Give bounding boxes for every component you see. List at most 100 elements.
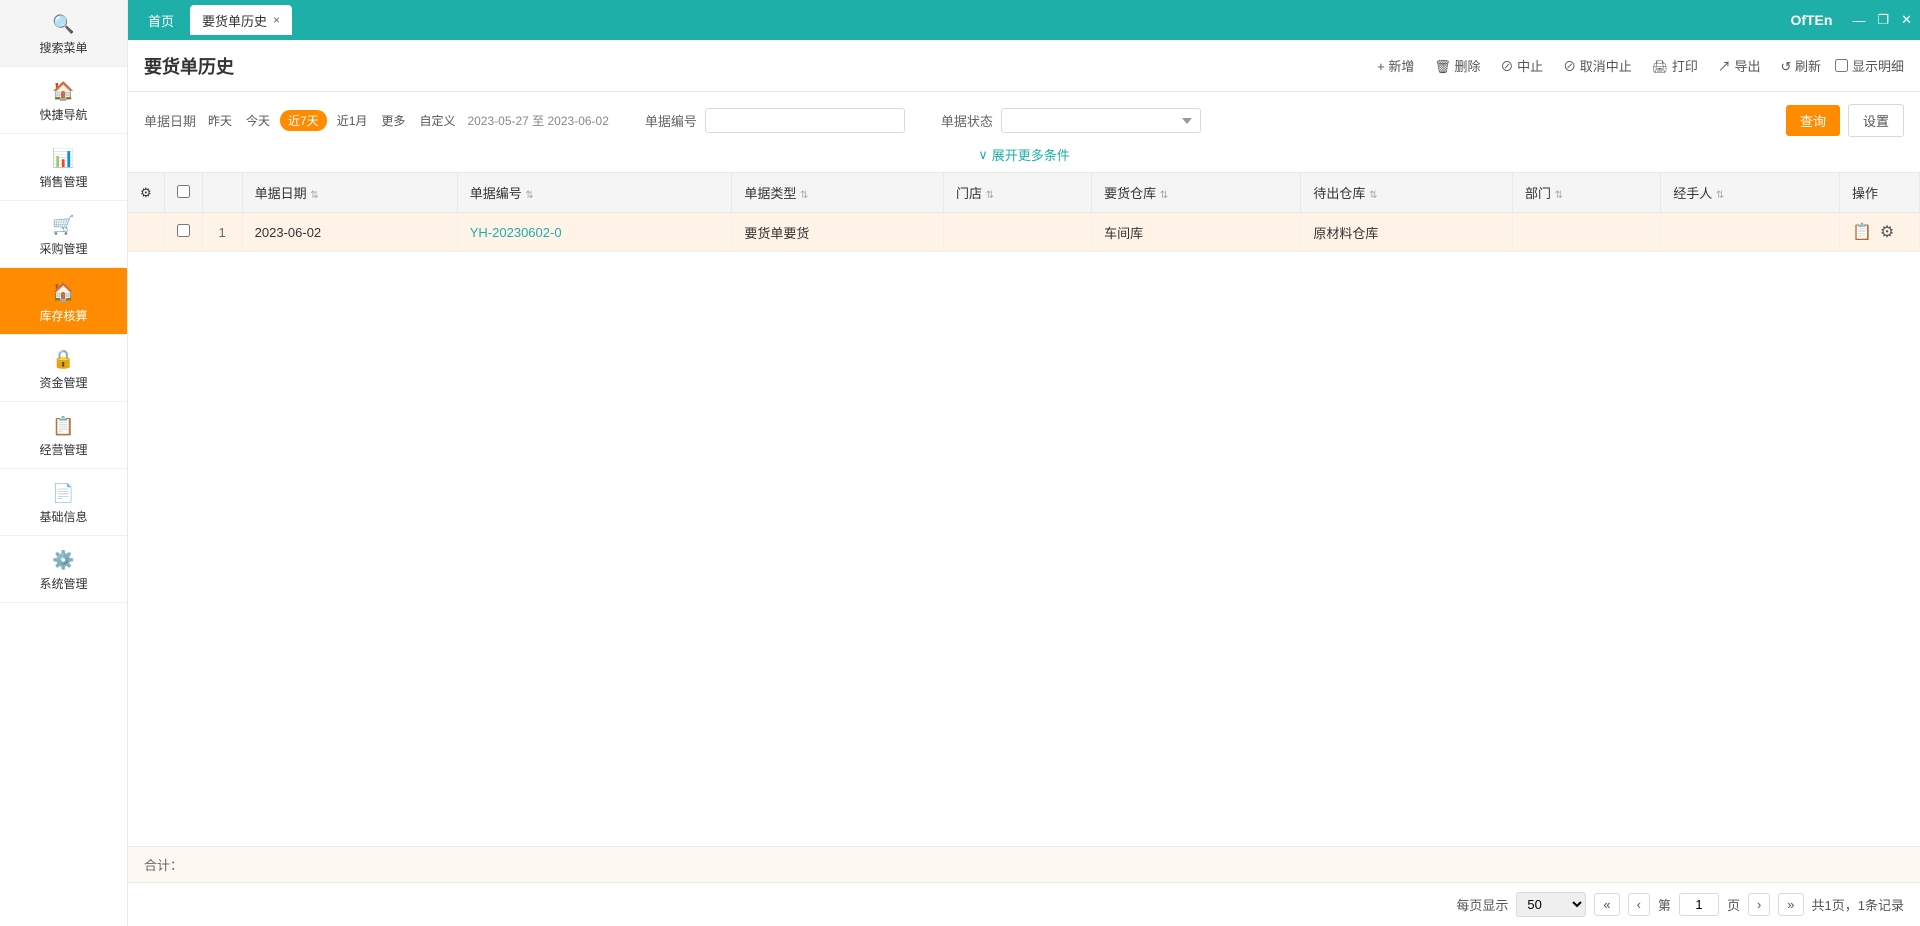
search-menu-icon: 🔍 — [52, 14, 74, 35]
col-store[interactable]: 门店 ⇅ — [943, 173, 1091, 213]
shortcut-more[interactable]: 更多 — [377, 110, 409, 131]
tab-active-label: 要货单历史 — [202, 11, 267, 30]
doc-number-label: 单据编号 — [645, 111, 697, 130]
new-button[interactable]: + 新增 — [1371, 52, 1420, 79]
display-detail-toggle[interactable]: 显示明细 — [1835, 56, 1904, 75]
cell-pending-warehouse: 原材料仓库 — [1301, 213, 1513, 252]
sidebar-item-inventory[interactable]: 🏠 库存核算 — [0, 268, 127, 335]
select-all-checkbox[interactable] — [177, 185, 190, 198]
first-page-button[interactable]: « — [1594, 893, 1619, 916]
export-button[interactable]: ↗ 导出 — [1712, 52, 1767, 79]
expand-filter-button[interactable]: ∨ 展开更多条件 — [978, 145, 1070, 164]
col-doc-date[interactable]: 单据日期 ⇅ — [242, 173, 457, 213]
col-doc-number[interactable]: 单据编号 ⇅ — [457, 173, 732, 213]
sidebar-item-label: 采购管理 — [39, 240, 87, 257]
col-pending-warehouse[interactable]: 待出仓库 ⇅ — [1301, 173, 1513, 213]
per-page-label: 每页显示 — [1456, 895, 1508, 914]
shortcut-7days[interactable]: 近7天 — [280, 110, 327, 131]
sidebar-item-purchase-mgmt[interactable]: 🛒 采购管理 — [0, 201, 127, 268]
col-handler[interactable]: 经手人 ⇅ — [1661, 173, 1840, 213]
page-header: 要货单历史 + 新增 🗑 删除 ⊘ 中止 ⊘ 取消中止 🖨 打印 ↗ 导出 ↺ … — [128, 40, 1920, 92]
cell-handler — [1661, 213, 1840, 252]
cancel-stop-button[interactable]: ⊘ 取消中止 — [1557, 52, 1638, 79]
sidebar-item-label: 库存核算 — [39, 307, 87, 324]
cell-doc-number: YH-20230602-0 — [457, 213, 732, 252]
last-page-button[interactable]: » — [1778, 893, 1803, 916]
edit-icon[interactable]: 📋 — [1852, 222, 1872, 242]
query-button[interactable]: 查询 — [1786, 105, 1840, 136]
page-input[interactable] — [1679, 893, 1719, 916]
sort-icon: ⇅ — [986, 190, 994, 201]
sidebar-item-label: 经营管理 — [39, 441, 87, 458]
filter-row-1: 单据日期 昨天 今天 近7天 近1月 更多 自定义 2023-05-27 至 2… — [144, 104, 1904, 137]
table-row: 1 2023-06-02 YH-20230602-0 要货单要货 车间库 原材料… — [128, 213, 1920, 252]
per-page-select[interactable]: 50 10 20 100 — [1516, 892, 1586, 917]
sidebar-item-quick-nav[interactable]: 🏠 快捷导航 — [0, 67, 127, 134]
shortcut-custom[interactable]: 自定义 — [415, 110, 459, 131]
tab-close-button[interactable]: × — [273, 13, 280, 27]
table-footer: 合计： — [128, 846, 1920, 882]
refresh-button[interactable]: ↺ 刷新 — [1774, 52, 1827, 79]
system-icon: ⚙️ — [52, 550, 74, 571]
inventory-icon: 🏠 — [52, 282, 74, 303]
total-info: 共1页，1条记录 — [1812, 895, 1904, 914]
cell-checkbox — [164, 213, 202, 252]
col-operations: 操作 — [1840, 173, 1920, 213]
cell-num: 1 — [202, 213, 242, 252]
minimize-button[interactable]: — — [1852, 13, 1865, 28]
col-settings[interactable]: ⚙ — [128, 173, 164, 213]
cell-operations: 📋 ⚙ — [1840, 213, 1920, 252]
col-req-warehouse[interactable]: 要货仓库 ⇅ — [1092, 173, 1301, 213]
row-checkbox[interactable] — [177, 224, 190, 237]
shortcut-yesterday[interactable]: 昨天 — [204, 110, 236, 131]
cell-doc-date: 2023-06-02 — [242, 213, 457, 252]
shortcut-today[interactable]: 今天 — [242, 110, 274, 131]
display-detail-checkbox[interactable] — [1835, 59, 1848, 72]
table-header-row: ⚙ 单据日期 ⇅ 单据编号 ⇅ 单据类型 ⇅ — [128, 173, 1920, 213]
restore-button[interactable]: ❐ — [1877, 12, 1889, 28]
main-area: 首页 要货单历史 × OfTEn — ❐ ✕ 要货单历史 + 新增 🗑 删除 ⊘… — [128, 0, 1920, 926]
sidebar-item-finance-mgmt[interactable]: 🔒 资金管理 — [0, 335, 127, 402]
cell-doc-type: 要货单要货 — [732, 213, 944, 252]
tab-home[interactable]: 首页 — [136, 5, 186, 35]
sidebar-item-sales-mgmt[interactable]: 📊 销售管理 — [0, 134, 127, 201]
data-table: ⚙ 单据日期 ⇅ 单据编号 ⇅ 单据类型 ⇅ — [128, 173, 1920, 252]
shortcut-1month[interactable]: 近1月 — [333, 110, 372, 131]
sort-icon: ⇅ — [1716, 190, 1724, 201]
filter-area: 单据日期 昨天 今天 近7天 近1月 更多 自定义 2023-05-27 至 2… — [128, 92, 1920, 173]
doc-number-link[interactable]: YH-20230602-0 — [470, 225, 562, 240]
sidebar: 🔍 搜索菜单 🏠 快捷导航 📊 销售管理 🛒 采购管理 🏠 库存核算 🔒 资金管… — [0, 0, 128, 926]
display-detail-label: 显示明细 — [1852, 56, 1904, 75]
purchase-icon: 🛒 — [52, 215, 74, 236]
sidebar-item-search-menu[interactable]: 🔍 搜索菜单 — [0, 0, 127, 67]
footer-total-label: 合计： — [144, 855, 183, 874]
sort-icon: ⇅ — [310, 190, 318, 201]
pagination-bar: 每页显示 50 10 20 100 « ‹ 第 页 › » 共1页，1条记录 — [128, 882, 1920, 926]
next-page-button[interactable]: › — [1748, 893, 1770, 916]
prev-page-button[interactable]: ‹ — [1628, 893, 1650, 916]
expand-filter-label: 展开更多条件 — [992, 145, 1070, 164]
close-window-button[interactable]: ✕ — [1901, 12, 1912, 28]
col-num — [202, 173, 242, 213]
sidebar-item-system-mgmt[interactable]: ⚙️ 系统管理 — [0, 536, 127, 603]
doc-number-input[interactable] — [705, 108, 905, 133]
sidebar-item-operations-mgmt[interactable]: 📋 经营管理 — [0, 402, 127, 469]
sort-icon: ⇅ — [525, 190, 533, 201]
tab-bar-right: OfTEn — ❐ ✕ — [1790, 12, 1912, 28]
operations-cell: 📋 ⚙ — [1852, 222, 1907, 242]
col-doc-type[interactable]: 单据类型 ⇅ — [732, 173, 944, 213]
delete-button[interactable]: 🗑 删除 — [1428, 52, 1486, 79]
sidebar-item-label: 快捷导航 — [39, 106, 87, 123]
print-button[interactable]: 🖨 打印 — [1646, 52, 1704, 79]
stop-button[interactable]: ⊘ 中止 — [1494, 52, 1549, 79]
delete-row-icon[interactable]: ⚙ — [1880, 222, 1894, 242]
col-department[interactable]: 部门 ⇅ — [1513, 173, 1661, 213]
doc-status-filter-item: 单据状态 — [941, 108, 1201, 133]
table-container: ⚙ 单据日期 ⇅ 单据编号 ⇅ 单据类型 ⇅ — [128, 173, 1920, 846]
header-actions: + 新增 🗑 删除 ⊘ 中止 ⊘ 取消中止 🖨 打印 ↗ 导出 ↺ 刷新 显示明… — [1371, 52, 1904, 79]
sidebar-item-basic-info[interactable]: 📄 基础信息 — [0, 469, 127, 536]
tab-active[interactable]: 要货单历史 × — [190, 5, 292, 35]
settings-button[interactable]: 设置 — [1848, 104, 1904, 137]
cell-store — [943, 213, 1091, 252]
doc-status-select[interactable] — [1001, 108, 1201, 133]
